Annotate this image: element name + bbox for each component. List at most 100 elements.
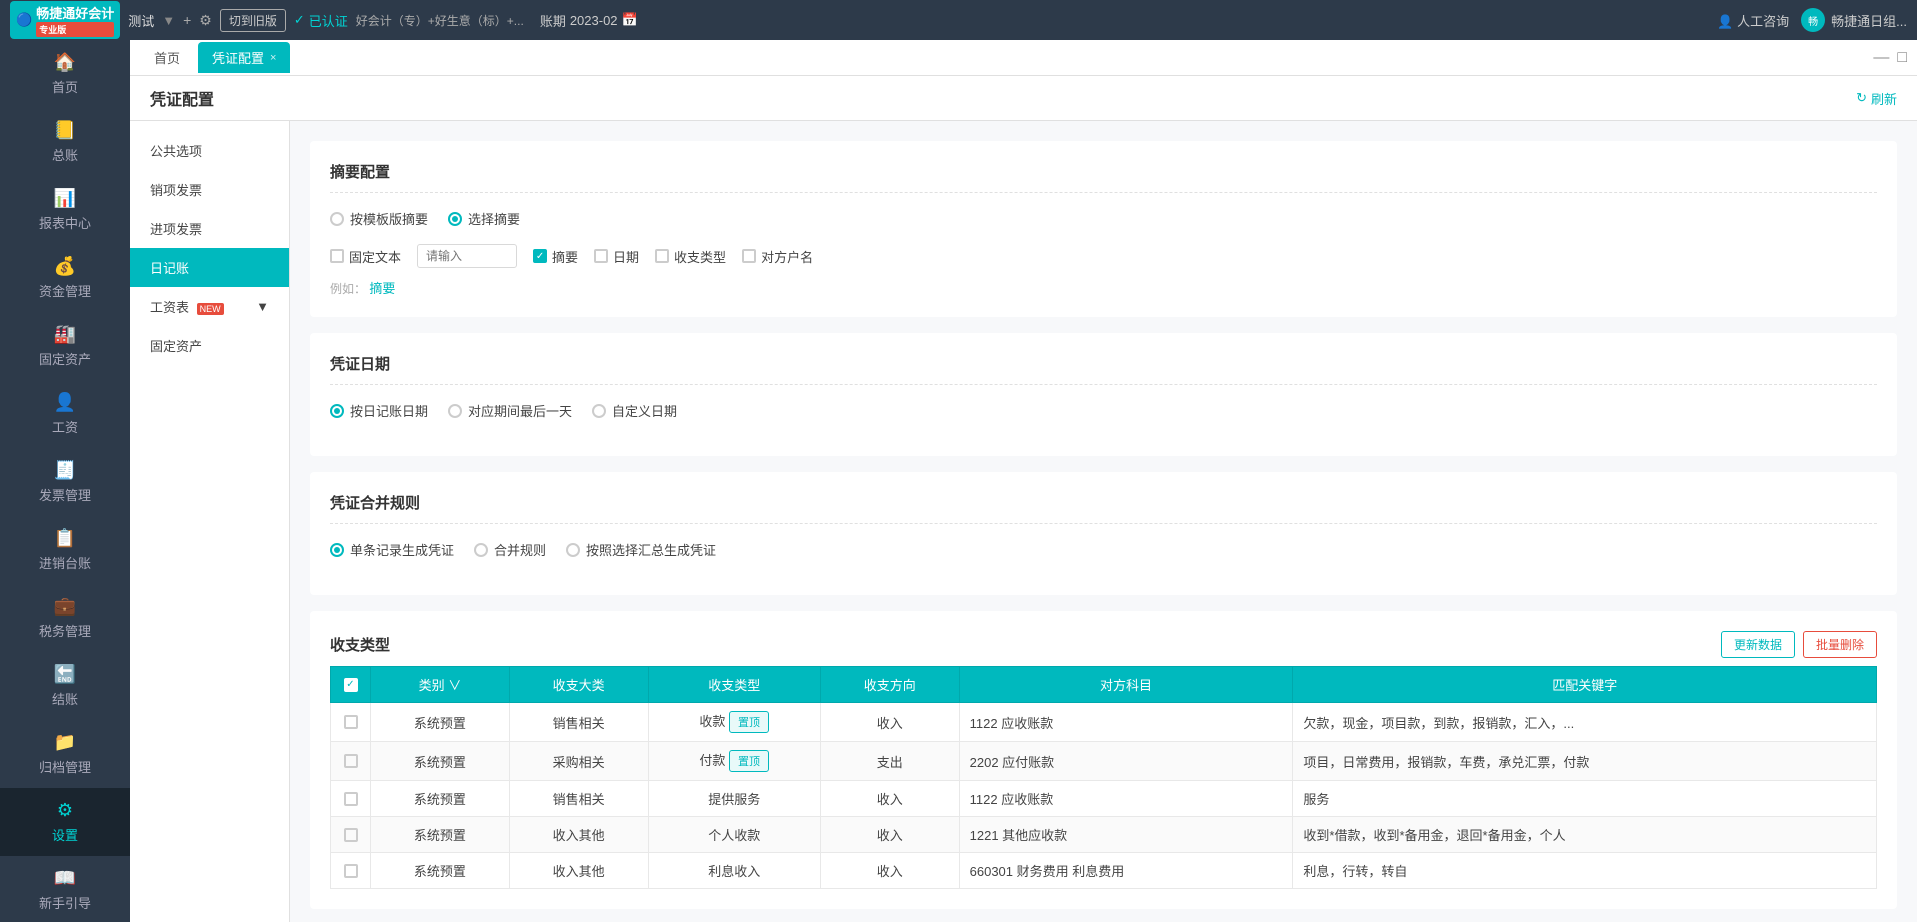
row-direction-3: 收入 — [820, 781, 959, 817]
checkbox-summary[interactable]: ✓ 摘要 — [533, 247, 578, 266]
sidebar-item-salary[interactable]: 👤 工资 — [0, 380, 130, 448]
sidebar-item-label: 首页 — [52, 77, 78, 96]
maximize-button[interactable]: □ — [1897, 49, 1907, 67]
period-info: 账期 2023-02 📅 — [540, 11, 638, 30]
pin-tag-1[interactable]: 置顶 — [729, 711, 769, 733]
table-row: 系统预置 收入其他 个人收款 收入 1221 其他应收款 收到*借款，收到*备用… — [331, 817, 1877, 853]
table-row: 系统预置 销售相关 提供服务 收入 1122 应收账款 服务 — [331, 781, 1877, 817]
left-nav-payroll[interactable]: 工资表 NEW ▼ — [130, 287, 289, 326]
help-button[interactable]: 👤 人工咨询 — [1717, 11, 1789, 30]
pin-tag-2[interactable]: 置顶 — [729, 750, 769, 772]
sidebar-item-label: 进销台账 — [39, 553, 91, 572]
radio-custom-date-circle — [592, 404, 606, 418]
radio-period-last-day-circle — [448, 404, 462, 418]
row-checkbox-4[interactable] — [331, 817, 371, 853]
summary-radio-group: 按模板版摘要 选择摘要 — [330, 209, 1877, 228]
table-actions: 更新数据 批量删除 — [1721, 631, 1877, 658]
sidebar-item-ledger[interactable]: 📒 总账 — [0, 108, 130, 176]
row-keywords-4: 收到*借款，收到*备用金，退回*备用金，个人 — [1293, 817, 1877, 853]
settings-icon-btn[interactable]: ⚙ — [199, 12, 212, 29]
dropdown-arrow-icon[interactable]: ▼ — [162, 13, 175, 28]
income-section: 收支类型 更新数据 批量删除 ✓ — [310, 611, 1897, 909]
row-direction-4: 收入 — [820, 817, 959, 853]
topbar-right: 👤 人工咨询 畅 畅捷通日组... — [1717, 8, 1907, 32]
merge-radio-group: 单条记录生成凭证 合并规则 按照选择汇总生成凭证 — [330, 540, 1877, 559]
new-badge: NEW — [197, 303, 224, 315]
switch-version-button[interactable]: 切到旧版 — [220, 9, 286, 32]
row-checkbox-2[interactable] — [331, 742, 371, 781]
right-content: 摘要配置 按模板版摘要 选择摘要 — [290, 121, 1917, 922]
left-nav-journal[interactable]: 日记账 — [130, 248, 289, 287]
radio-summary-generate[interactable]: 按照选择汇总生成凭证 — [566, 540, 716, 559]
update-data-button[interactable]: 更新数据 — [1721, 631, 1795, 658]
radio-select-summary[interactable]: 选择摘要 — [448, 209, 520, 228]
row-checkbox-3[interactable] — [331, 781, 371, 817]
income-section-title: 收支类型 — [330, 634, 390, 655]
funds-icon: 💰 — [54, 256, 76, 277]
tab-home[interactable]: 首页 — [140, 42, 194, 73]
add-button[interactable]: + — [183, 12, 191, 28]
avatar: 畅 — [1801, 8, 1825, 32]
radio-template-summary[interactable]: 按模板版摘要 — [330, 209, 428, 228]
left-nav-public[interactable]: 公共选项 — [130, 131, 289, 170]
sidebar-item-tax[interactable]: 💼 税务管理 — [0, 584, 130, 652]
sidebar-item-label: 发票管理 — [39, 485, 91, 504]
radio-custom-date[interactable]: 自定义日期 — [592, 401, 677, 420]
left-nav-fixed-assets[interactable]: 固定资产 — [130, 326, 289, 365]
tax-icon: 💼 — [54, 596, 76, 617]
sidebar-item-guide[interactable]: 📖 新手引导 — [0, 856, 130, 922]
left-nav-sales-invoice[interactable]: 销项发票 — [130, 170, 289, 209]
row-direction-5: 收入 — [820, 853, 959, 889]
radio-journal-date[interactable]: 按日记账日期 — [330, 401, 428, 420]
table-header-bar: 收支类型 更新数据 批量删除 — [330, 631, 1877, 658]
radio-summary-generate-circle — [566, 543, 580, 557]
left-nav-purchase-invoice[interactable]: 进项发票 — [130, 209, 289, 248]
logo-sub: 专业版 — [36, 22, 114, 37]
tab-close-icon[interactable]: × — [270, 52, 276, 64]
checkbox-income-type[interactable]: 收支类型 — [655, 247, 726, 266]
logo-icon: 🔵 — [16, 12, 32, 28]
radio-circle-select — [448, 212, 462, 226]
radio-period-last-day[interactable]: 对应期间最后一天 — [448, 401, 572, 420]
content-area: 首页 凭证配置 × — □ 凭证配置 ↻ 刷新 公共选项 — [130, 40, 1917, 922]
th-account: 对方科目 — [959, 667, 1293, 703]
row-direction-1: 收入 — [820, 703, 959, 742]
sidebar-item-settings[interactable]: ⚙ 设置 — [0, 788, 130, 856]
tab-window-controls: — □ — [1873, 49, 1907, 67]
sort-icon[interactable]: ∨ — [448, 678, 461, 693]
batch-delete-button[interactable]: 批量删除 — [1803, 631, 1877, 658]
sidebar-item-archive[interactable]: 📁 归档管理 — [0, 720, 130, 788]
table-row: 系统预置 销售相关 收款 置顶 收入 1122 应收账款 欠款，现金，项目款，到… — [331, 703, 1877, 742]
sidebar-item-assets[interactable]: 🏭 固定资产 — [0, 312, 130, 380]
checkbox-date[interactable]: 日期 — [594, 247, 639, 266]
sidebar-item-reports[interactable]: 📊 报表中心 — [0, 176, 130, 244]
th-checkbox[interactable]: ✓ — [331, 667, 371, 703]
row-category-4: 系统预置 — [371, 817, 510, 853]
row-major-5: 收入其他 — [509, 853, 648, 889]
sidebar-item-invoice[interactable]: 🧾 发票管理 — [0, 448, 130, 516]
date-radio-group: 按日记账日期 对应期间最后一天 自定义日期 — [330, 401, 1877, 420]
checkbox-fixed-text[interactable]: 固定文本 — [330, 247, 401, 266]
radio-merge-rules[interactable]: 合并规则 — [474, 540, 546, 559]
minimize-button[interactable]: — — [1873, 49, 1889, 67]
row-checkbox-5[interactable] — [331, 853, 371, 889]
summary-section-title: 摘要配置 — [330, 161, 1877, 193]
fixed-text-input[interactable] — [417, 244, 517, 268]
row-type-3: 提供服务 — [648, 781, 820, 817]
row-checkbox-1[interactable] — [331, 703, 371, 742]
user-info: 畅 畅捷通日组... — [1801, 8, 1907, 32]
refresh-button[interactable]: ↻ 刷新 — [1856, 89, 1897, 108]
sidebar-item-funds[interactable]: 💰 资金管理 — [0, 244, 130, 312]
radio-single-record[interactable]: 单条记录生成凭证 — [330, 540, 454, 559]
sidebar-item-purchase-sale[interactable]: 📋 进销台账 — [0, 516, 130, 584]
tab-voucher-config[interactable]: 凭证配置 × — [198, 42, 290, 73]
calendar-icon[interactable]: 📅 — [622, 12, 638, 28]
radio-circle-template — [330, 212, 344, 226]
sidebar-item-home[interactable]: 🏠 首页 — [0, 40, 130, 108]
sidebar-item-checkout[interactable]: 🔚 结账 — [0, 652, 130, 720]
sidebar-item-label: 工资 — [52, 417, 78, 436]
checkout-icon: 🔚 — [54, 664, 76, 685]
row-account-2: 2202 应付账款 — [959, 742, 1293, 781]
row-category-5: 系统预置 — [371, 853, 510, 889]
checkbox-counterpart-name[interactable]: 对方户名 — [742, 247, 813, 266]
